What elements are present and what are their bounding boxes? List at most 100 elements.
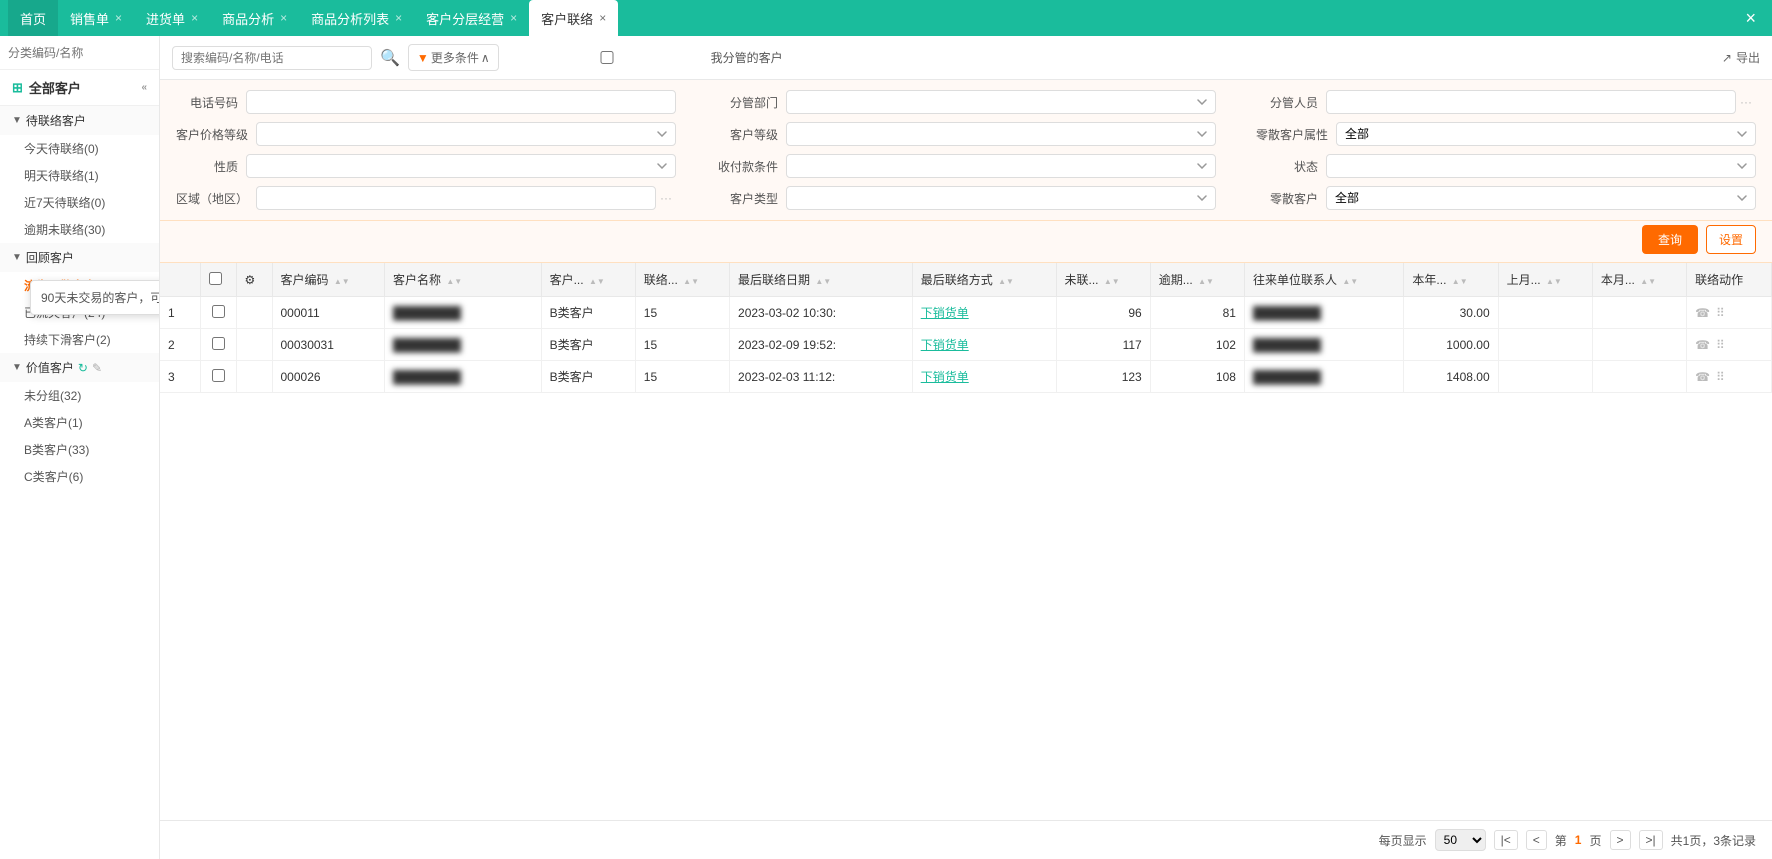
- last-method-link-0[interactable]: 下销货单: [921, 306, 969, 320]
- action-icon-more-2[interactable]: ⠿: [1716, 370, 1725, 384]
- per-page-select[interactable]: 50 100 200: [1435, 829, 1486, 851]
- select-all-checkbox[interactable]: [209, 272, 222, 285]
- filter-dept-select[interactable]: [786, 90, 1216, 114]
- tab-goods-analysis-list[interactable]: 商品分析列表 ×: [299, 0, 414, 36]
- action-icon-more-1[interactable]: ⠿: [1716, 338, 1725, 352]
- tab-purchase[interactable]: 进货单 ×: [134, 0, 210, 36]
- filter-person-input[interactable]: [1326, 90, 1736, 114]
- my-customers-checkbox[interactable]: [507, 51, 707, 64]
- filter-dept-label: 分管部门: [716, 94, 786, 111]
- filter-retail-attr-select[interactable]: 全部: [1336, 122, 1756, 146]
- sort-icon-company-contact[interactable]: ▲▼: [1342, 277, 1358, 286]
- tab-goods-analysis-list-close[interactable]: ×: [395, 11, 402, 25]
- row-checkbox-2[interactable]: [212, 369, 225, 382]
- tab-customer-contact-close[interactable]: ×: [599, 11, 606, 25]
- tab-customer-contact-label: 客户联络: [541, 9, 593, 28]
- filter-retail-customer-label: 零散客户: [1256, 190, 1326, 207]
- sort-icon-this-year[interactable]: ▲▼: [1452, 277, 1468, 286]
- row-checkbox-0[interactable]: [212, 305, 225, 318]
- more-conditions-button[interactable]: ▼ 更多条件 ∧: [408, 44, 499, 71]
- td-code: 000011: [272, 297, 384, 329]
- filter-customer-type-select[interactable]: [786, 186, 1216, 210]
- sort-icon-overdue[interactable]: ▲▼: [1198, 277, 1214, 286]
- grid-icon: ⊞: [12, 80, 23, 96]
- sort-icon-this-month[interactable]: ▲▼: [1640, 277, 1656, 286]
- tab-purchase-close[interactable]: ×: [191, 11, 198, 25]
- filter-phone-input[interactable]: [246, 90, 676, 114]
- my-customers-filter[interactable]: 我分管的客户: [507, 49, 783, 66]
- td-contact: 15: [635, 297, 729, 329]
- sidebar-group-value-header[interactable]: ▼ 价值客户 ↻ ✎: [0, 353, 159, 382]
- search-button[interactable]: 🔍: [380, 48, 400, 68]
- last-method-link-1[interactable]: 下销货单: [921, 338, 969, 352]
- filter-customer-level-select[interactable]: [786, 122, 1216, 146]
- sidebar-search-input[interactable]: [8, 46, 160, 60]
- tab-home[interactable]: 首页: [8, 0, 58, 36]
- sort-icon-name[interactable]: ▲▼: [446, 277, 462, 286]
- sidebar-item-class-c[interactable]: C类客户(6): [0, 463, 159, 490]
- last-page-button[interactable]: >|: [1639, 830, 1663, 850]
- filter-person-dots[interactable]: ···: [1736, 95, 1756, 109]
- td-last-month: [1498, 361, 1592, 393]
- edit-icon[interactable]: ✎: [92, 361, 102, 375]
- tab-sales-close[interactable]: ×: [115, 11, 122, 25]
- export-button[interactable]: ↗ 导出: [1722, 49, 1760, 66]
- sidebar-item-tomorrow[interactable]: 明天待联络(1): [0, 162, 159, 189]
- td-overdue: 102: [1150, 329, 1244, 361]
- sort-icon-type[interactable]: ▲▼: [589, 277, 605, 286]
- content-area: 🔍 ▼ 更多条件 ∧ 我分管的客户 ↗ 导出 电话号码: [160, 36, 1772, 859]
- sort-icon-code[interactable]: ▲▼: [334, 277, 350, 286]
- action-icon-more-0[interactable]: ⠿: [1716, 306, 1725, 320]
- prev-page-button[interactable]: <: [1526, 830, 1547, 850]
- next-page-button[interactable]: >: [1610, 830, 1631, 850]
- row-checkbox-1[interactable]: [212, 337, 225, 350]
- sort-icon-last-method[interactable]: ▲▼: [998, 277, 1014, 286]
- filter-panel: 电话号码 分管部门 分管人员 ···: [160, 80, 1772, 221]
- tab-sales[interactable]: 销售单 ×: [58, 0, 134, 36]
- search-input[interactable]: [172, 46, 372, 70]
- filter-price-level-select[interactable]: [256, 122, 676, 146]
- sort-icon-contact[interactable]: ▲▼: [683, 277, 699, 286]
- action-icon-contact-2[interactable]: ☎: [1695, 370, 1710, 384]
- td-num: 3: [160, 361, 200, 393]
- action-icon-contact-1[interactable]: ☎: [1695, 338, 1710, 352]
- filter-status-select[interactable]: [1326, 154, 1756, 178]
- sort-icon-last-month[interactable]: ▲▼: [1546, 277, 1562, 286]
- filter-payment-select[interactable]: [786, 154, 1216, 178]
- filter-region-dots[interactable]: ···: [656, 191, 676, 205]
- tab-customer-tier-close[interactable]: ×: [510, 11, 517, 25]
- tab-customer-contact[interactable]: 客户联络 ×: [529, 0, 618, 36]
- sort-icon-last-date[interactable]: ▲▼: [815, 277, 831, 286]
- total-records-label: 共1页，3条记录: [1671, 832, 1756, 849]
- tab-goods-analysis[interactable]: 商品分析 ×: [210, 0, 299, 36]
- action-icon-contact-0[interactable]: ☎: [1695, 306, 1710, 320]
- sidebar-item-class-a[interactable]: A类客户(1): [0, 409, 159, 436]
- sidebar-item-overdue[interactable]: 逾期未联络(30): [0, 216, 159, 243]
- sort-icon-no-contact[interactable]: ▲▼: [1104, 277, 1120, 286]
- first-page-button[interactable]: |<: [1494, 830, 1518, 850]
- filter-row-3: 性质 收付款条件 状态: [176, 154, 1756, 178]
- filter-nature-select[interactable]: [246, 154, 676, 178]
- td-contact: 15: [635, 329, 729, 361]
- sidebar-group-pending-header[interactable]: ▼ 待联络客户: [0, 106, 159, 135]
- td-last-date: 2023-03-02 10:30:: [730, 297, 913, 329]
- tab-goods-analysis-close[interactable]: ×: [280, 11, 287, 25]
- refresh-icon[interactable]: ↻: [78, 361, 88, 375]
- query-button[interactable]: 查询: [1642, 225, 1698, 254]
- th-settings[interactable]: ⚙: [236, 263, 272, 297]
- sidebar-item-declining[interactable]: 持续下滑客户(2): [0, 326, 159, 353]
- sidebar-all-customers[interactable]: ⊞ 全部客户 «: [0, 70, 159, 106]
- sidebar-item-class-b[interactable]: B类客户(33): [0, 436, 159, 463]
- window-close-button[interactable]: ×: [1737, 8, 1764, 29]
- sidebar-item-today[interactable]: 今天待联络(0): [0, 135, 159, 162]
- sidebar-item-ungrouped[interactable]: 未分组(32): [0, 382, 159, 409]
- last-method-link-2[interactable]: 下销货单: [921, 370, 969, 384]
- filter-region-input[interactable]: [256, 186, 656, 210]
- sidebar-group-review-header[interactable]: ▼ 回顾客户: [0, 243, 159, 272]
- sidebar-item-week-label: 近7天待联络(0): [24, 194, 105, 211]
- filter-retail-customer-select[interactable]: 全部: [1326, 186, 1756, 210]
- settings-button[interactable]: 设置: [1706, 225, 1756, 254]
- tab-customer-tier[interactable]: 客户分层经营 ×: [414, 0, 529, 36]
- sidebar-item-week[interactable]: 近7天待联络(0): [0, 189, 159, 216]
- collapse-icon[interactable]: «: [141, 82, 147, 93]
